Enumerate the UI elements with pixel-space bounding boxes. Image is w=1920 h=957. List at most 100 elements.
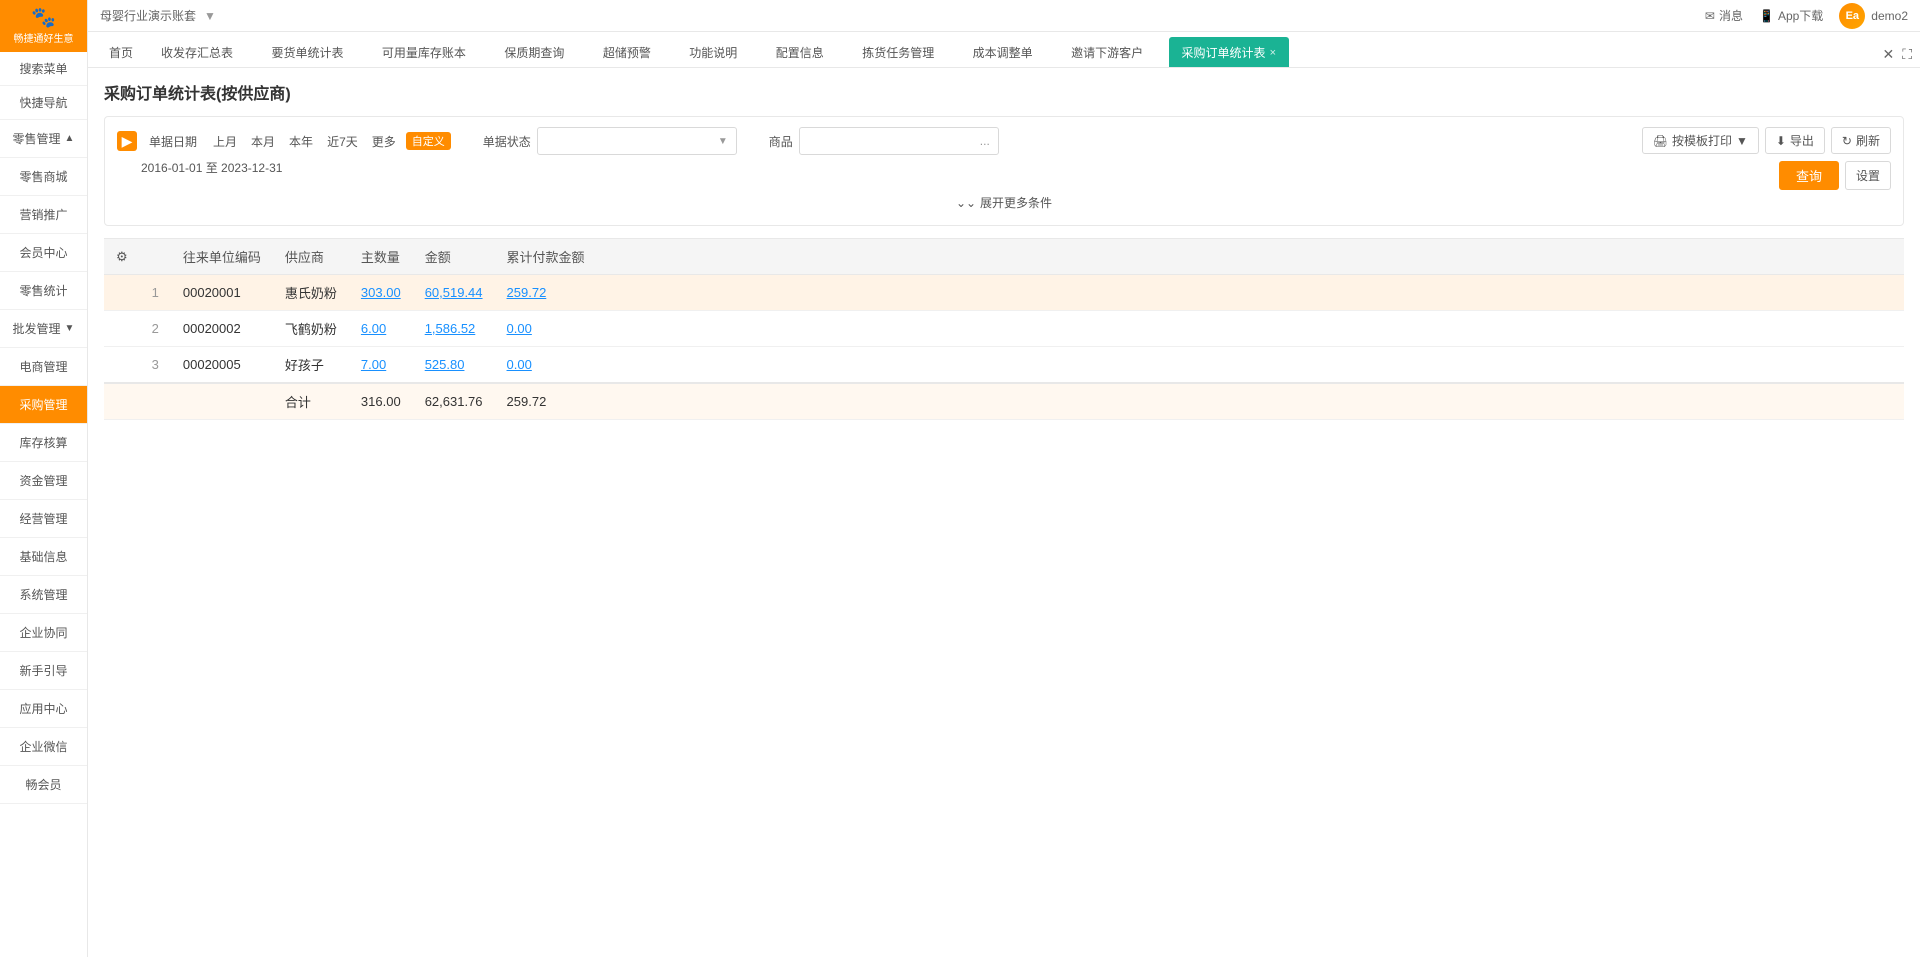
tab-close-icon[interactable]: × xyxy=(938,47,944,59)
sidebar-item-member[interactable]: 会员中心 xyxy=(0,234,87,272)
sidebar-item-member2[interactable]: 畅会员 xyxy=(0,766,87,804)
sidebar-item-retail-stat[interactable]: 零售统计 xyxy=(0,272,87,310)
sidebar-item-ecom[interactable]: 电商管理 xyxy=(0,348,87,386)
print-button[interactable]: 🖨 按模板打印 ▼ xyxy=(1642,127,1759,154)
status-select[interactable]: ▼ xyxy=(537,127,737,155)
expand-button[interactable]: ⌄⌄ 展开更多条件 xyxy=(948,190,1060,215)
tab-close-icon[interactable]: × xyxy=(568,47,574,59)
table-row[interactable]: 1 00020001 惠氏奶粉 303.00 60,519.44 259.72 xyxy=(104,275,1904,311)
goods-input[interactable]: ... xyxy=(799,127,999,155)
cell-paid[interactable]: 0.00 xyxy=(495,311,597,347)
tab-close-icon[interactable]: × xyxy=(470,47,476,59)
page-title: 采购订单统计表(按供应商) xyxy=(104,80,1904,104)
tab-peizhi[interactable]: 配置信息 × xyxy=(763,37,847,67)
app-label: App下载 xyxy=(1778,7,1823,24)
query-button[interactable]: 查询 xyxy=(1779,161,1839,190)
table-row[interactable]: 2 00020002 飞鹤奶粉 6.00 1,586.52 0.00 xyxy=(104,311,1904,347)
cell-settings[interactable] xyxy=(104,311,140,347)
settings-button[interactable]: 设置 xyxy=(1845,161,1891,190)
sidebar-item-label: 电商管理 xyxy=(19,358,67,375)
sidebar-item-wholesale[interactable]: 批发管理 ▼ xyxy=(0,310,87,348)
date-shortcut-7days[interactable]: 近7天 xyxy=(323,132,362,151)
cell-amount[interactable]: 60,519.44 xyxy=(413,275,495,311)
sidebar-item-operation[interactable]: 经营管理 xyxy=(0,500,87,538)
nav-tabs: 首页 收发存汇总表 × 要货单统计表 × 可用量库存账本 × 保质期查询 × 超… xyxy=(88,32,1920,68)
sidebar-item-corpwechat[interactable]: 企业微信 xyxy=(0,728,87,766)
tab-close-icon[interactable]: × xyxy=(1147,47,1153,59)
tab-close-icon[interactable]: × xyxy=(1270,47,1276,59)
tab-close-icon[interactable]: × xyxy=(1037,47,1043,59)
sidebar-item-label: 经营管理 xyxy=(19,510,67,527)
sidebar-item-retail[interactable]: 零售管理 ▲ xyxy=(0,120,87,158)
tab-close-icon[interactable]: × xyxy=(741,47,747,59)
sidebar-item-appcenter[interactable]: 应用中心 xyxy=(0,690,87,728)
cell-settings[interactable] xyxy=(104,347,140,384)
sidebar-item-finance[interactable]: 资金管理 xyxy=(0,462,87,500)
top-bar-actions: ✉ 消息 📱 App下载 Ea demo2 xyxy=(1705,3,1908,29)
tab-tuohuo[interactable]: 拣货任务管理 × xyxy=(849,37,957,67)
user-profile-button[interactable]: Ea demo2 xyxy=(1839,3,1908,29)
cell-paid[interactable]: 259.72 xyxy=(495,275,597,311)
date-shortcut-this-year[interactable]: 本年 xyxy=(285,132,317,151)
sidebar-item-marketing[interactable]: 营销推广 xyxy=(0,196,87,234)
tab-yaohuo[interactable]: 要货单统计表 × xyxy=(258,37,366,67)
tab-yaoqing[interactable]: 邀请下游客户 × xyxy=(1058,37,1166,67)
sidebar-item-retail-mall[interactable]: 零售商城 xyxy=(0,158,87,196)
sidebar-item-system[interactable]: 系统管理 xyxy=(0,576,87,614)
cell-paid[interactable]: 0.00 xyxy=(495,347,597,384)
filter-toggle-button[interactable]: ▶ xyxy=(117,131,137,151)
footer-settings xyxy=(104,383,140,420)
export-icon: ⬇ xyxy=(1776,134,1786,148)
tab-close-icon[interactable]: × xyxy=(347,47,353,59)
tab-chachuyujing[interactable]: 超储预警 × xyxy=(590,37,674,67)
th-settings[interactable]: ⚙ xyxy=(104,239,140,275)
sidebar-item-basic[interactable]: 基础信息 xyxy=(0,538,87,576)
window-max-button[interactable]: ⛶ xyxy=(1902,46,1912,63)
sidebar-item-purchase[interactable]: 采购管理 xyxy=(0,386,87,424)
sidebar-item-label: 零售统计 xyxy=(19,282,67,299)
sidebar-item-newbie[interactable]: 新手引导 xyxy=(0,652,87,690)
footer-label: 合计 xyxy=(273,383,349,420)
sidebar-item-search[interactable]: 搜索菜单 xyxy=(0,52,87,86)
footer-index xyxy=(140,383,171,420)
export-button[interactable]: ⬇ 导出 xyxy=(1765,127,1825,154)
tab-close-icon[interactable]: × xyxy=(237,47,243,59)
avatar: Ea xyxy=(1839,3,1865,29)
footer-extra xyxy=(597,383,1904,420)
date-shortcut-last-month[interactable]: 上月 xyxy=(209,132,241,151)
tab-caigou[interactable]: 采购订单统计表 × xyxy=(1169,37,1289,67)
cell-amount[interactable]: 525.80 xyxy=(413,347,495,384)
tab-shoufahuizong[interactable]: 收发存汇总表 × xyxy=(148,37,256,67)
sidebar-item-quick[interactable]: 快捷导航 xyxy=(0,86,87,120)
message-button[interactable]: ✉ 消息 xyxy=(1705,7,1743,24)
app-download-button[interactable]: 📱 App下载 xyxy=(1759,7,1823,24)
sidebar-item-label: 系统管理 xyxy=(19,586,67,603)
window-close-button[interactable]: ✕ xyxy=(1882,46,1894,63)
cell-qty[interactable]: 6.00 xyxy=(349,311,413,347)
refresh-button[interactable]: ↻ 刷新 xyxy=(1831,127,1891,154)
sidebar-item-inventory[interactable]: 库存核算 xyxy=(0,424,87,462)
cell-qty[interactable]: 7.00 xyxy=(349,347,413,384)
sidebar-item-corp[interactable]: 企业协同 xyxy=(0,614,87,652)
tab-keyongliang[interactable]: 可用量库存账本 × xyxy=(369,37,489,67)
tab-label: 要货单统计表 xyxy=(271,44,343,61)
date-shortcut-more[interactable]: 更多 xyxy=(368,132,400,151)
custom-date-badge[interactable]: 自定义 xyxy=(406,132,451,150)
expand-row: ⌄⌄ 展开更多条件 xyxy=(117,184,1891,215)
cell-amount[interactable]: 1,586.52 xyxy=(413,311,495,347)
tab-chengben[interactable]: 成本调整单 × xyxy=(960,37,1056,67)
table-row[interactable]: 3 00020005 好孩子 7.00 525.80 0.00 xyxy=(104,347,1904,384)
cell-index: 1 xyxy=(140,275,171,311)
sidebar-logo: 🐾 畅捷通好生意 xyxy=(0,0,87,52)
workspace-selector[interactable]: 母婴行业演示账套 ▼ xyxy=(100,7,216,24)
tab-close-icon[interactable]: × xyxy=(655,47,661,59)
tab-home[interactable]: 首页 xyxy=(96,37,146,67)
cell-qty[interactable]: 303.00 xyxy=(349,275,413,311)
sidebar-item-label: 零售管理 xyxy=(13,130,61,147)
tab-gongneng[interactable]: 功能说明 × xyxy=(676,37,760,67)
date-shortcut-this-month[interactable]: 本月 xyxy=(247,132,279,151)
tab-close-icon[interactable]: × xyxy=(828,47,834,59)
tab-baozhi[interactable]: 保质期查询 × xyxy=(491,37,587,67)
cell-settings[interactable] xyxy=(104,275,140,311)
query-settings-buttons: 查询 设置 xyxy=(1779,161,1891,190)
